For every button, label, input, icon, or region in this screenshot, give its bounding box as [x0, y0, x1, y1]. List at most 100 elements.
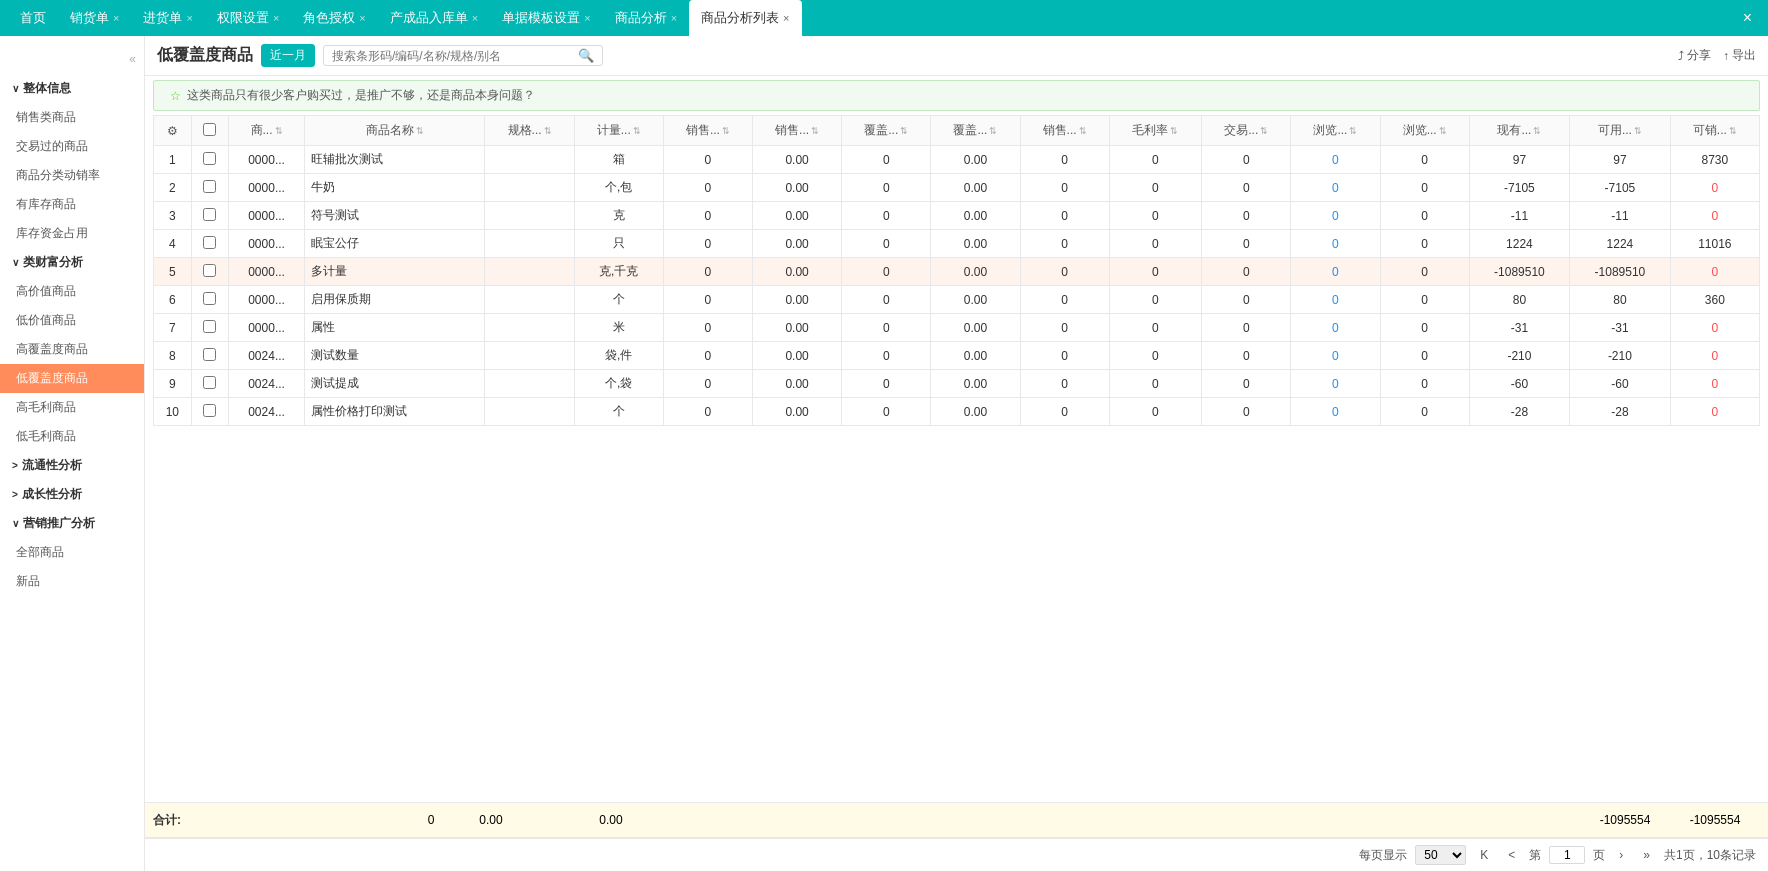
- sidebar-collapse-button[interactable]: «: [0, 44, 144, 74]
- nav-item-analysis[interactable]: 商品分析 ×: [603, 0, 689, 36]
- view1-link[interactable]: 0: [1332, 405, 1339, 419]
- view1-link[interactable]: 0: [1332, 237, 1339, 251]
- row-checkbox[interactable]: [203, 320, 216, 333]
- col-cover2[interactable]: 覆盖... ⇅: [931, 116, 1020, 146]
- view1-link[interactable]: 0: [1332, 265, 1339, 279]
- row-checkbox[interactable]: [203, 292, 216, 305]
- table-wrapper[interactable]: ⚙ 商... ⇅ 商品名称: [145, 115, 1768, 802]
- view1-link[interactable]: 0: [1332, 181, 1339, 195]
- col-unit[interactable]: 计量... ⇅: [574, 116, 663, 146]
- row-checkbox[interactable]: [203, 348, 216, 361]
- cell-view1[interactable]: 0: [1291, 398, 1380, 426]
- nav-item-purchase[interactable]: 进货单 ×: [131, 0, 204, 36]
- nav-item-sales[interactable]: 销货单 ×: [58, 0, 131, 36]
- row-checkbox[interactable]: [203, 404, 216, 417]
- window-close-button[interactable]: ×: [1735, 9, 1760, 27]
- sidebar-item-high-margin[interactable]: 高毛利商品: [0, 393, 144, 422]
- view1-link[interactable]: 0: [1332, 153, 1339, 167]
- share-button[interactable]: ⤴ 分享: [1678, 47, 1711, 64]
- close-icon[interactable]: ×: [113, 12, 119, 24]
- sidebar-section-liquidity[interactable]: > 流通性分析: [0, 451, 144, 480]
- settings-icon[interactable]: ⚙: [167, 124, 178, 138]
- search-input[interactable]: [332, 49, 578, 63]
- view1-link[interactable]: 0: [1332, 293, 1339, 307]
- cell-checkbox[interactable]: [191, 146, 228, 174]
- row-checkbox[interactable]: [203, 264, 216, 277]
- sidebar-item-low-margin[interactable]: 低毛利商品: [0, 422, 144, 451]
- col-stock2[interactable]: 可用... ⇅: [1570, 116, 1670, 146]
- cell-checkbox[interactable]: [191, 314, 228, 342]
- cell-checkbox[interactable]: [191, 342, 228, 370]
- col-cover1[interactable]: 覆盖... ⇅: [842, 116, 931, 146]
- sidebar-section-marketing[interactable]: ∨ 营销推广分析: [0, 509, 144, 538]
- cell-view1[interactable]: 0: [1291, 342, 1380, 370]
- col-sales4[interactable]: 可销... ⇅: [1670, 116, 1759, 146]
- search-icon[interactable]: 🔍: [578, 48, 594, 63]
- col-settings[interactable]: ⚙: [154, 116, 192, 146]
- col-stock1[interactable]: 现有... ⇅: [1469, 116, 1569, 146]
- page-number-input[interactable]: [1549, 846, 1585, 864]
- close-icon[interactable]: ×: [584, 12, 590, 24]
- cell-view1[interactable]: 0: [1291, 230, 1380, 258]
- sidebar-item-inventory-products[interactable]: 有库存商品: [0, 190, 144, 219]
- sidebar-item-all-products[interactable]: 全部商品: [0, 538, 144, 567]
- export-button[interactable]: ↑ 导出: [1723, 47, 1756, 64]
- cell-checkbox[interactable]: [191, 398, 228, 426]
- view1-link[interactable]: 0: [1332, 321, 1339, 335]
- view1-link[interactable]: 0: [1332, 349, 1339, 363]
- sidebar-item-high-coverage[interactable]: 高覆盖度商品: [0, 335, 144, 364]
- sidebar-item-category-rate[interactable]: 商品分类动销率: [0, 161, 144, 190]
- sidebar-item-low-coverage[interactable]: 低覆盖度商品: [0, 364, 144, 393]
- row-checkbox[interactable]: [203, 236, 216, 249]
- nav-item-roles[interactable]: 角色授权 ×: [291, 0, 377, 36]
- sidebar-item-traded-products[interactable]: 交易过的商品: [0, 132, 144, 161]
- last-page-button[interactable]: »: [1637, 847, 1656, 863]
- sidebar-section-overall[interactable]: ∨ 整体信息: [0, 74, 144, 103]
- cell-view1[interactable]: 0: [1291, 258, 1380, 286]
- nav-item-inbound[interactable]: 产成品入库单 ×: [378, 0, 490, 36]
- cell-checkbox[interactable]: [191, 174, 228, 202]
- nav-item-analysis-list[interactable]: 商品分析列表 ×: [689, 0, 801, 36]
- page-size-select[interactable]: 50 100 200: [1415, 845, 1466, 865]
- cell-checkbox[interactable]: [191, 286, 228, 314]
- cell-checkbox[interactable]: [191, 370, 228, 398]
- sidebar-item-high-value[interactable]: 高价值商品: [0, 277, 144, 306]
- cell-checkbox[interactable]: [191, 230, 228, 258]
- close-icon[interactable]: ×: [783, 12, 789, 24]
- col-view2[interactable]: 浏览... ⇅: [1380, 116, 1469, 146]
- sidebar-item-low-value[interactable]: 低价值商品: [0, 306, 144, 335]
- close-icon[interactable]: ×: [273, 12, 279, 24]
- cell-view1[interactable]: 0: [1291, 146, 1380, 174]
- col-name[interactable]: 商品名称 ⇅: [305, 116, 485, 146]
- nav-item-permissions[interactable]: 权限设置 ×: [205, 0, 291, 36]
- sidebar-item-sales-products[interactable]: 销售类商品: [0, 103, 144, 132]
- col-sales1[interactable]: 销售... ⇅: [663, 116, 752, 146]
- next-page-button[interactable]: ›: [1613, 847, 1629, 863]
- row-checkbox[interactable]: [203, 376, 216, 389]
- view1-link[interactable]: 0: [1332, 377, 1339, 391]
- cell-view1[interactable]: 0: [1291, 370, 1380, 398]
- row-checkbox[interactable]: [203, 152, 216, 165]
- col-sales3[interactable]: 销售... ⇅: [1020, 116, 1109, 146]
- cell-checkbox[interactable]: [191, 258, 228, 286]
- sidebar-item-inventory-capital[interactable]: 库存资金占用: [0, 219, 144, 248]
- close-icon[interactable]: ×: [186, 12, 192, 24]
- row-checkbox[interactable]: [203, 208, 216, 221]
- close-icon[interactable]: ×: [472, 12, 478, 24]
- cell-view1[interactable]: 0: [1291, 202, 1380, 230]
- col-code[interactable]: 商... ⇅: [228, 116, 305, 146]
- first-page-button[interactable]: K: [1474, 847, 1494, 863]
- col-sales2[interactable]: 销售... ⇅: [753, 116, 842, 146]
- filter-recent-month-button[interactable]: 近一月: [261, 44, 315, 67]
- col-view1[interactable]: 浏览... ⇅: [1291, 116, 1380, 146]
- select-all-checkbox[interactable]: [203, 123, 216, 136]
- cell-view1[interactable]: 0: [1291, 174, 1380, 202]
- row-checkbox[interactable]: [203, 180, 216, 193]
- col-trade[interactable]: 交易... ⇅: [1202, 116, 1291, 146]
- cell-checkbox[interactable]: [191, 202, 228, 230]
- cell-view1[interactable]: 0: [1291, 314, 1380, 342]
- close-icon[interactable]: ×: [671, 12, 677, 24]
- nav-item-home[interactable]: 首页: [8, 0, 58, 36]
- col-margin[interactable]: 毛利率 ⇅: [1109, 116, 1202, 146]
- nav-item-template[interactable]: 单据模板设置 ×: [490, 0, 602, 36]
